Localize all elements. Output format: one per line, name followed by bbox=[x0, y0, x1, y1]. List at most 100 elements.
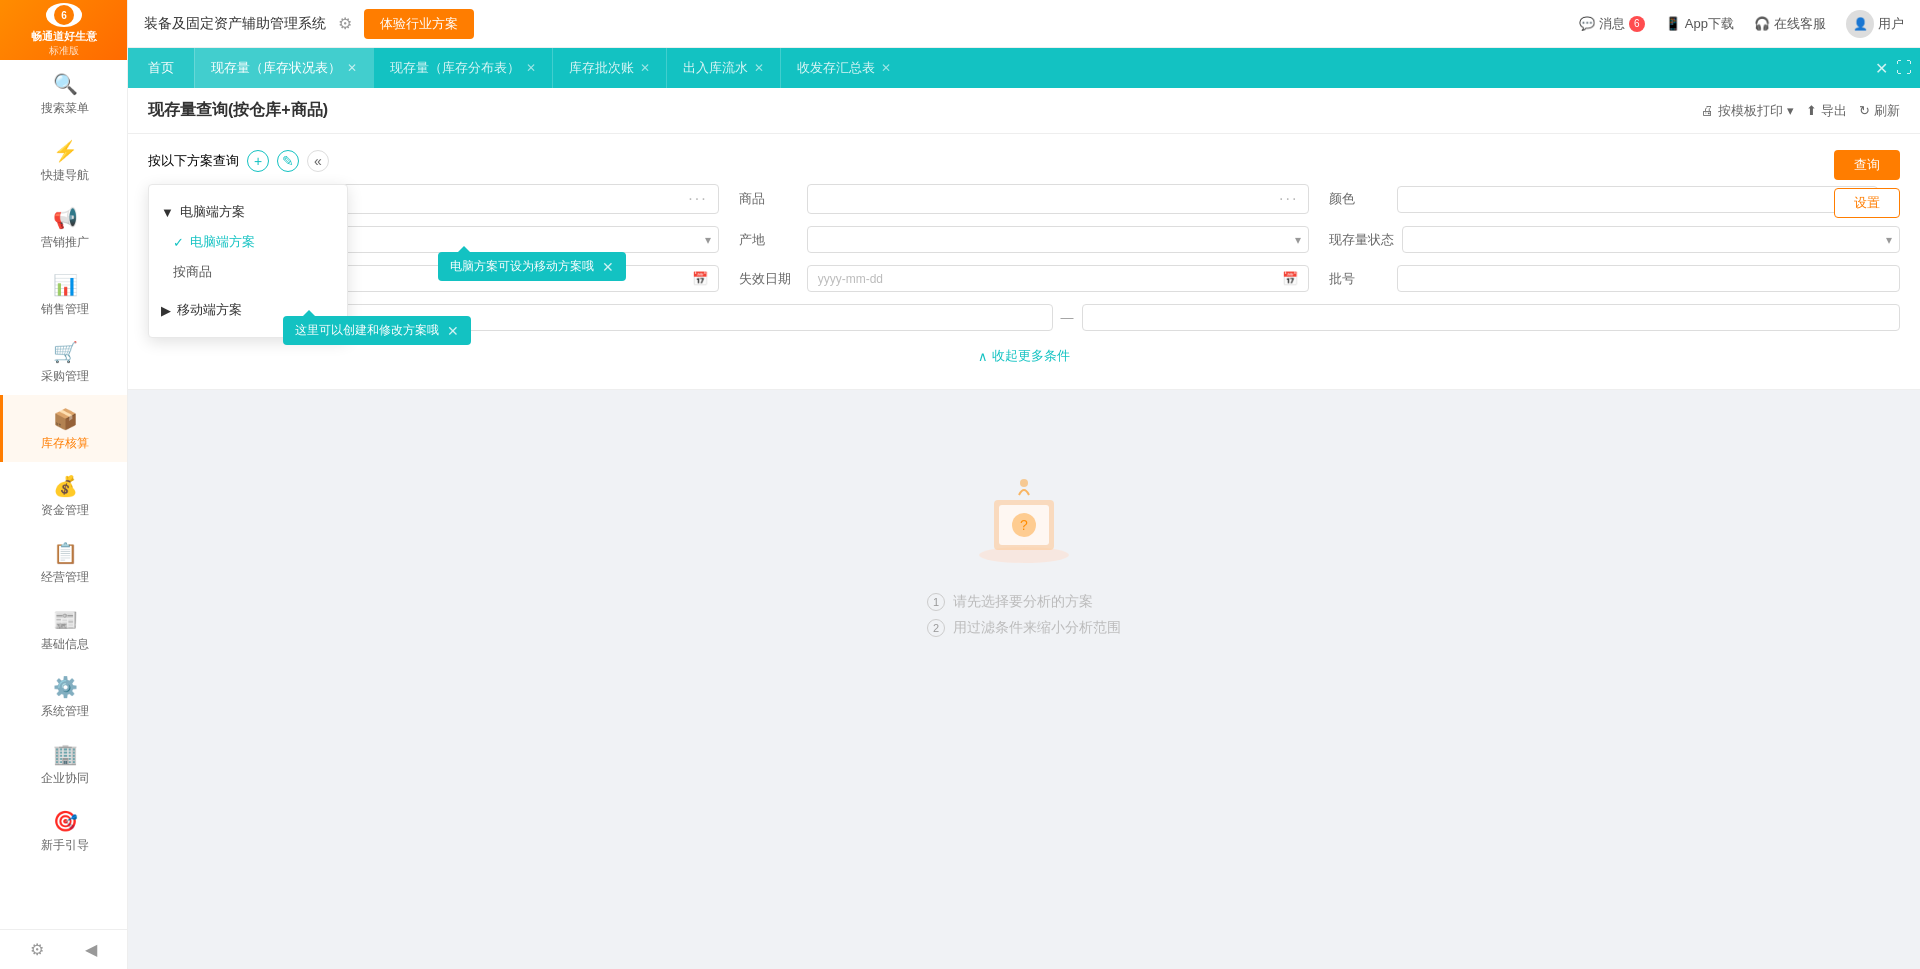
sidebar-item-operation[interactable]: 📋 经营管理 bbox=[0, 529, 127, 596]
tab-close-all-icon[interactable]: ✕ bbox=[1875, 59, 1888, 78]
filter-label: 按以下方案查询 bbox=[148, 152, 239, 170]
purchase-icon: 🛒 bbox=[53, 340, 78, 364]
inventory-icon: 📦 bbox=[53, 407, 78, 431]
tab-inventory-dist-label: 现存量（库存分布表） bbox=[390, 59, 520, 77]
product-input[interactable]: ··· bbox=[807, 184, 1310, 214]
sidebar-nav: 🔍 搜索菜单 ⚡ 快捷导航 📢 营销推广 📊 销售管理 🛒 采购管理 📦 库存核… bbox=[0, 60, 127, 929]
tooltip-pc-scheme: 电脑方案可设为移动方案哦 ✕ bbox=[438, 252, 626, 281]
warehouse-dots-icon[interactable]: ··· bbox=[688, 190, 707, 208]
produce-date-calendar-icon[interactable]: 📅 bbox=[692, 271, 708, 286]
tooltip2-text: 这里可以创建和修改方案哦 bbox=[295, 322, 439, 339]
user-btn[interactable]: 👤 用户 bbox=[1846, 10, 1904, 38]
sidebar-item-sales[interactable]: 📊 销售管理 bbox=[0, 261, 127, 328]
empty-step2: 2 用过滤条件来缩小分析范围 bbox=[927, 619, 1121, 637]
avatar-icon: 👤 bbox=[1853, 17, 1868, 31]
refresh-icon: ↻ bbox=[1859, 103, 1870, 118]
sidebar-item-search[interactable]: 🔍 搜索菜单 bbox=[0, 60, 127, 127]
tab-home[interactable]: 首页 bbox=[128, 48, 194, 88]
svg-point-7 bbox=[1020, 479, 1028, 487]
export-btn[interactable]: ⬆ 导出 bbox=[1806, 102, 1847, 120]
tab-close-inventory-dist[interactable]: ✕ bbox=[526, 61, 536, 75]
base-icon: 📰 bbox=[53, 608, 78, 632]
tab-inventory-dist[interactable]: 现存量（库存分布表） ✕ bbox=[373, 48, 552, 88]
add-scheme-btn[interactable]: + bbox=[247, 150, 269, 172]
back-scheme-btn[interactable]: « bbox=[307, 150, 329, 172]
print-icon: 🖨 bbox=[1701, 103, 1714, 118]
origin-select[interactable] bbox=[807, 226, 1310, 253]
sidebar-item-finance[interactable]: 💰 资金管理 bbox=[0, 462, 127, 529]
sidebar-item-purchase-label: 采购管理 bbox=[41, 368, 89, 385]
sidebar-item-purchase[interactable]: 🛒 采购管理 bbox=[0, 328, 127, 395]
tab-inout[interactable]: 出入库流水 ✕ bbox=[666, 48, 780, 88]
topbar-gear-icon[interactable]: ⚙ bbox=[338, 14, 352, 33]
tab-inventory-status[interactable]: 现存量（库存状况表） ✕ bbox=[194, 48, 373, 88]
tab-close-batch[interactable]: ✕ bbox=[640, 61, 650, 75]
expire-date-input[interactable]: yyyy-mm-dd 📅 bbox=[807, 265, 1310, 292]
color-label: 颜色 bbox=[1329, 190, 1389, 208]
search-btn[interactable]: 查询 bbox=[1834, 150, 1900, 180]
refresh-label: 刷新 bbox=[1874, 102, 1900, 120]
sidebar-item-finance-label: 资金管理 bbox=[41, 502, 89, 519]
scheme-item-pc[interactable]: ✓ 电脑端方案 bbox=[149, 227, 347, 257]
tab-close-summary[interactable]: ✕ bbox=[881, 61, 891, 75]
nav-icon: ⚡ bbox=[53, 139, 78, 163]
product-dots-icon[interactable]: ··· bbox=[1279, 190, 1298, 208]
tab-batch[interactable]: 库存批次账 ✕ bbox=[552, 48, 666, 88]
filter-batch-no: 批号 bbox=[1329, 265, 1900, 292]
empty-step1: 1 请先选择要分析的方案 bbox=[927, 593, 1121, 611]
tab-close-inventory-status[interactable]: ✕ bbox=[347, 61, 357, 75]
filter-expire-date: 失效日期 yyyy-mm-dd 📅 bbox=[739, 265, 1310, 292]
empty-text: 1 请先选择要分析的方案 2 用过滤条件来缩小分析范围 bbox=[927, 593, 1121, 637]
page-actions: 🖨 按模板打印 ▾ ⬆ 导出 ↻ 刷新 bbox=[1701, 102, 1900, 120]
main-area: 装备及固定资产辅助管理系统 ⚙ 体验行业方案 💬 消息 6 📱 App下载 🎧 … bbox=[128, 0, 1920, 969]
phone-icon: 📱 bbox=[1665, 16, 1681, 31]
sidebar-item-inventory[interactable]: 📦 库存核算 bbox=[0, 395, 127, 462]
collapse-sidebar-icon[interactable]: ◀ bbox=[85, 940, 97, 959]
tab-home-label: 首页 bbox=[148, 59, 174, 77]
sidebar-footer: ⚙ ◀ bbox=[0, 929, 127, 969]
sidebar-item-base-label: 基础信息 bbox=[41, 636, 89, 653]
edit-scheme-btn[interactable]: ✎ bbox=[277, 150, 299, 172]
sales-icon: 📊 bbox=[53, 273, 78, 297]
sidebar-item-marketing[interactable]: 📢 营销推广 bbox=[0, 194, 127, 261]
empty-step1-text: 请先选择要分析的方案 bbox=[953, 593, 1093, 611]
stock-status-select[interactable] bbox=[1402, 226, 1900, 253]
online-service-btn[interactable]: 🎧 在线客服 bbox=[1754, 15, 1826, 33]
tooltip-create-scheme: 这里可以创建和修改方案哦 ✕ bbox=[283, 316, 471, 345]
scheme-item-pc-product[interactable]: 按商品 bbox=[149, 257, 347, 287]
sidebar-item-enterprise[interactable]: 🏢 企业协同 bbox=[0, 730, 127, 797]
color-select[interactable] bbox=[1397, 186, 1878, 213]
scheme-section-pc-header[interactable]: ▼ 电脑端方案 bbox=[149, 197, 347, 227]
batch-no-input[interactable] bbox=[1397, 265, 1900, 292]
app-edition: 标准版 bbox=[49, 44, 79, 58]
message-btn[interactable]: 💬 消息 6 bbox=[1579, 15, 1645, 33]
print-template-btn[interactable]: 🖨 按模板打印 ▾ bbox=[1701, 102, 1794, 120]
trial-btn[interactable]: 体验行业方案 bbox=[364, 9, 474, 39]
user-label: 用户 bbox=[1878, 15, 1904, 33]
app-download-btn[interactable]: 📱 App下载 bbox=[1665, 15, 1734, 33]
empty-state: ? 1 请先选择要分析的方案 2 用过滤条件来缩小分析范围 bbox=[128, 390, 1920, 717]
setting-btn[interactable]: 设置 bbox=[1834, 188, 1900, 218]
tab-close-inout[interactable]: ✕ bbox=[754, 61, 764, 75]
sidebar-item-guide[interactable]: 🎯 新手引导 bbox=[0, 797, 127, 864]
filter-row-1: 仓库 ··· 商品 ··· 颜色 bbox=[148, 184, 1900, 214]
sidebar-item-inventory-label: 库存核算 bbox=[41, 435, 89, 452]
sidebar-item-nav[interactable]: ⚡ 快捷导航 bbox=[0, 127, 127, 194]
sidebar-item-system[interactable]: ⚙️ 系统管理 bbox=[0, 663, 127, 730]
search-icon: 🔍 bbox=[53, 72, 78, 96]
settings-footer-icon[interactable]: ⚙ bbox=[30, 940, 44, 959]
tooltip1-close-btn[interactable]: ✕ bbox=[602, 259, 614, 275]
message-badge: 6 bbox=[1629, 16, 1645, 32]
expire-date-calendar-icon[interactable]: 📅 bbox=[1282, 271, 1298, 286]
finance-icon: 💰 bbox=[53, 474, 78, 498]
sidebar-item-operation-label: 经营管理 bbox=[41, 569, 89, 586]
tab-summary[interactable]: 收发存汇总表 ✕ bbox=[780, 48, 907, 88]
tab-fullscreen-icon[interactable]: ⛶ bbox=[1896, 59, 1912, 77]
stock-qty-max-input[interactable] bbox=[1082, 304, 1901, 331]
refresh-btn[interactable]: ↻ 刷新 bbox=[1859, 102, 1900, 120]
stock-status-label: 现存量状态 bbox=[1329, 231, 1394, 249]
sidebar-item-base[interactable]: 📰 基础信息 bbox=[0, 596, 127, 663]
service-icon: 🎧 bbox=[1754, 16, 1770, 31]
empty-svg: ? bbox=[964, 470, 1084, 570]
tooltip2-close-btn[interactable]: ✕ bbox=[447, 323, 459, 339]
